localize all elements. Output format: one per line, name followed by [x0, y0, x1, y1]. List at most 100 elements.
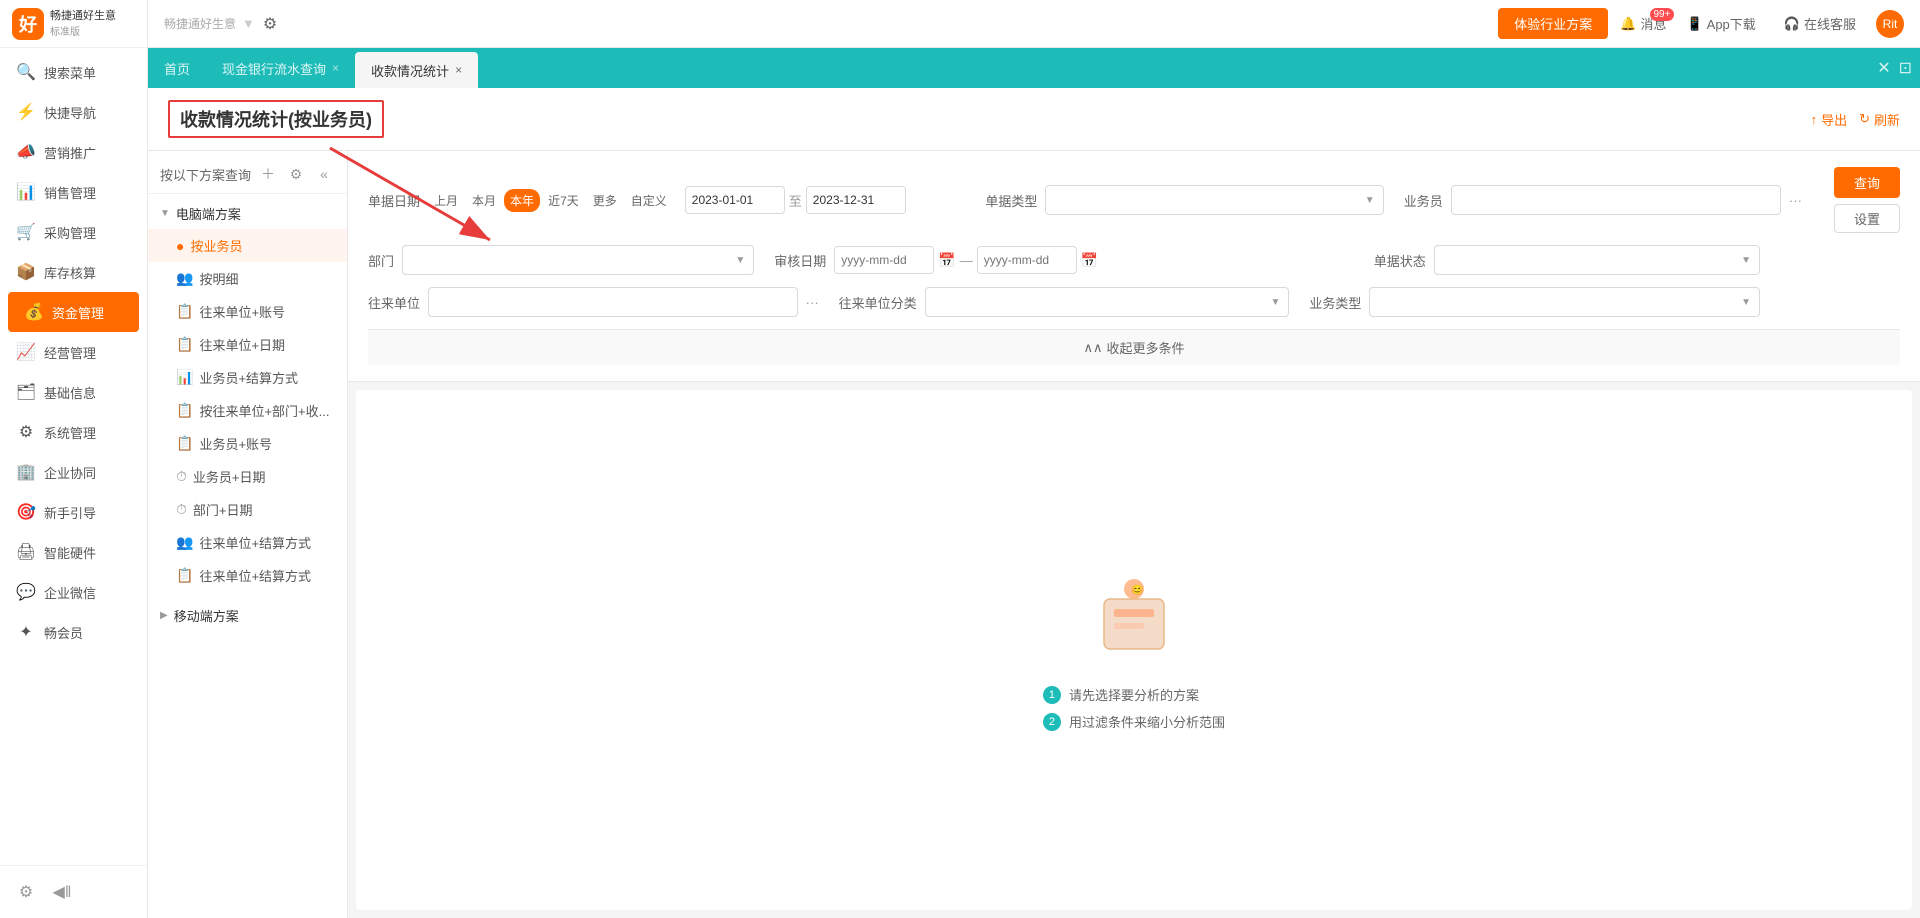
query-btn[interactable]: 查询: [1834, 167, 1900, 198]
footer-collapse-btn[interactable]: ◀‖: [48, 878, 76, 906]
scheme-item-label: 往来单位+日期: [199, 335, 285, 354]
user-avatar[interactable]: Rit: [1876, 10, 1904, 38]
solution-btn[interactable]: 体验行业方案: [1498, 8, 1608, 39]
scheme-item-label: 往来单位+结算方式: [199, 566, 311, 585]
export-label: 导出: [1821, 110, 1847, 129]
filter-reviewdate-label: 审核日期: [774, 251, 826, 270]
filter-settings-btn[interactable]: 设置: [1834, 204, 1900, 233]
filter-salesperson-select[interactable]: [1451, 185, 1781, 215]
filter-docstatus-select[interactable]: ▼: [1434, 245, 1760, 275]
footer-settings-btn[interactable]: ⚙: [12, 878, 40, 906]
scheme-item-sp-date[interactable]: ⏱ 业务员+日期: [148, 460, 347, 493]
main-area: 畅捷通好生意 ▼ ⚙ 体验行业方案 🔔 消息 99+ 📱 App下载 🎧 在线客…: [148, 0, 1920, 918]
sidebar-item-enterprise[interactable]: 🏢 企业协同: [0, 452, 147, 492]
tab-bank-close[interactable]: ×: [332, 61, 339, 75]
date-start-input[interactable]: [685, 186, 785, 214]
filter-partner-cat-select[interactable]: ▼: [925, 287, 1290, 317]
sidebar-item-operations[interactable]: 📈 经营管理: [0, 332, 147, 372]
date-separator: 至: [789, 191, 802, 210]
refresh-btn[interactable]: ↻ 刷新: [1859, 110, 1900, 129]
online-service-btn[interactable]: 🎧 在线客服: [1776, 10, 1864, 37]
scheme-item-by-salesperson[interactable]: ● 按业务员: [148, 229, 347, 262]
left-panel: 按以下方案查询 ＋ ⚙ « ▼ 电脑端方案 ● 按业务员 👥: [148, 151, 348, 918]
empty-step-2: 2 用过滤条件来缩小分析范围: [1043, 712, 1225, 731]
breadcrumb-text: 畅捷通好生意: [164, 15, 236, 32]
review-date-end[interactable]: [977, 246, 1077, 274]
tab-receipts[interactable]: 收款情况统计 ×: [355, 52, 478, 88]
scheme-detail-icon: 👥: [176, 270, 193, 287]
scheme-sp-settlement-icon: 📊: [176, 369, 193, 386]
date-tab-custom[interactable]: 自定义: [625, 189, 673, 212]
calendar-end-icon[interactable]: 📅: [1081, 252, 1098, 269]
scheme-group-desktop: ▼ 电脑端方案 ● 按业务员 👥 按明细 📋 往来单位+账号 📋 往: [148, 194, 347, 596]
scheme-item-by-detail[interactable]: 👥 按明细: [148, 262, 347, 295]
topbar: 畅捷通好生意 ▼ ⚙ 体验行业方案 🔔 消息 99+ 📱 App下载 🎧 在线客…: [148, 0, 1920, 48]
date-tab-more[interactable]: 更多: [587, 189, 623, 212]
sidebar-item-inventory[interactable]: 📦 库存核算: [0, 252, 147, 292]
filter-doctype-select[interactable]: ▼: [1045, 185, 1383, 215]
sidebar-item-system[interactable]: ⚙ 系统管理: [0, 412, 147, 452]
salesperson-more-icon[interactable]: ···: [1789, 193, 1802, 208]
sidebar-item-purchase[interactable]: 🛒 采购管理: [0, 212, 147, 252]
tab-close-all-icon[interactable]: ✕: [1877, 58, 1890, 78]
scheme-item-partner-dept[interactable]: 📋 按往来单位+部门+收...: [148, 394, 347, 427]
sidebar-item-search[interactable]: 🔍 搜索菜单: [0, 52, 147, 92]
sidebar-item-quicknav[interactable]: ⚡ 快捷导航: [0, 92, 147, 132]
date-tab-7days[interactable]: 近7天: [542, 189, 585, 212]
scheme-settings-btn[interactable]: ⚙: [285, 163, 307, 185]
scheme-item-label: 按业务员: [190, 236, 242, 255]
filter-partner-select[interactable]: [428, 287, 798, 317]
date-tab-this-month[interactable]: 本月: [466, 189, 502, 212]
filter-row-1: 单据日期 上月 本月 本年 近7天 更多 自定义 至: [368, 167, 1900, 233]
date-tab-this-year[interactable]: 本年: [504, 189, 540, 212]
sidebar-item-basic-info[interactable]: 🗂 基础信息: [0, 372, 147, 412]
notification-btn[interactable]: 🔔 消息 99+: [1620, 14, 1666, 33]
filter-dept-select[interactable]: ▼: [402, 245, 754, 275]
date-tab-last-month[interactable]: 上月: [428, 189, 464, 212]
app-download-label: App下载: [1707, 14, 1756, 33]
scheme-item-label: 业务员+结算方式: [199, 368, 298, 387]
tab-receipts-close[interactable]: ×: [455, 63, 462, 77]
scheme-group-mobile-header[interactable]: ▶ 移动端方案: [148, 600, 347, 631]
service-icon: 🎧: [1784, 16, 1800, 32]
add-scheme-btn[interactable]: ＋: [257, 163, 279, 185]
tab-bank[interactable]: 现金银行流水查询 ×: [206, 48, 355, 88]
scheme-partner-settle2-icon: 📋: [176, 567, 193, 584]
scheme-item-dept-date[interactable]: ⏱ 部门+日期: [148, 493, 347, 526]
collapse-panel-btn[interactable]: «: [313, 163, 335, 185]
app-download-btn[interactable]: 📱 App下载: [1678, 10, 1763, 37]
sidebar-item-wechat[interactable]: 💬 企业微信: [0, 572, 147, 612]
collapse-label: 收起更多条件: [1107, 338, 1185, 357]
empty-steps: 1 请先选择要分析的方案 2 用过滤条件来缩小分析范围: [1043, 685, 1225, 731]
guide-icon: 🎯: [16, 502, 36, 522]
tab-home[interactable]: 首页: [148, 48, 206, 88]
filter-partner-label: 往来单位: [368, 293, 420, 312]
sidebar-item-marketing[interactable]: 📣 营销推广: [0, 132, 147, 172]
collapse-bar[interactable]: ∧∧ 收起更多条件: [368, 329, 1900, 365]
sidebar-item-guide[interactable]: 🎯 新手引导: [0, 492, 147, 532]
scheme-item-salesperson-settlement[interactable]: 📊 业务员+结算方式: [148, 361, 347, 394]
breadcrumb: 畅捷通好生意 ▼: [164, 15, 255, 32]
sidebar-item-finance[interactable]: 💰 资金管理: [8, 292, 139, 332]
review-date-start[interactable]: [834, 246, 934, 274]
calendar-start-icon[interactable]: 📅: [938, 252, 955, 269]
scheme-item-partner-date[interactable]: 📋 往来单位+日期: [148, 328, 347, 361]
sidebar-item-vip[interactable]: ✦ 畅会员: [0, 612, 147, 652]
topbar-gear-icon[interactable]: ⚙: [263, 14, 277, 34]
scheme-item-partner-settle1[interactable]: 👥 往来单位+结算方式: [148, 526, 347, 559]
sidebar-item-sales[interactable]: 📊 销售管理: [0, 172, 147, 212]
basic-info-icon: 🗂: [16, 382, 36, 402]
sidebar-item-smart-hw[interactable]: 🖨 智能硬件: [0, 532, 147, 572]
scheme-item-sp-account[interactable]: 📋 业务员+账号: [148, 427, 347, 460]
filter-biz-type-select[interactable]: ▼: [1369, 287, 1760, 317]
scheme-item-partner-settle2[interactable]: 📋 往来单位+结算方式: [148, 559, 347, 592]
sales-icon: 📊: [16, 182, 36, 202]
sidebar-item-label: 资金管理: [52, 303, 104, 322]
scheme-item-partner-account[interactable]: 📋 往来单位+账号: [148, 295, 347, 328]
tab-maximize-icon[interactable]: ⊡: [1899, 58, 1912, 78]
wechat-icon: 💬: [16, 582, 36, 602]
date-end-input[interactable]: [806, 186, 906, 214]
partner-more-icon[interactable]: ···: [806, 295, 819, 310]
export-btn[interactable]: ↑ 导出: [1811, 110, 1848, 129]
scheme-group-desktop-header[interactable]: ▼ 电脑端方案: [148, 198, 347, 229]
